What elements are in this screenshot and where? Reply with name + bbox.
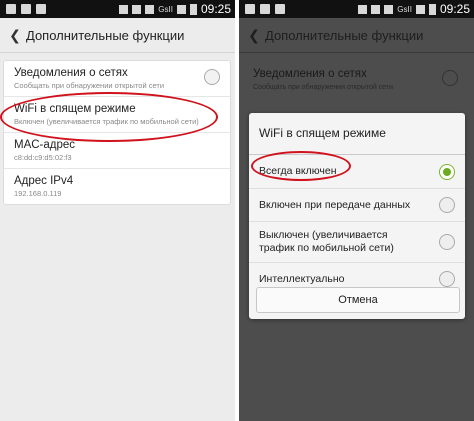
setting-label: MAC-адрес — [14, 139, 76, 151]
setting-summary: Включен (увеличивается трафик по мобильн… — [14, 117, 199, 126]
dimmed-setting-network-notifications: Уведомления о сетях Сообщать при обнаруж… — [249, 60, 464, 91]
network-notifications-checkbox[interactable] — [204, 69, 220, 85]
sim-icon — [245, 4, 255, 14]
setting-value: c8:dd:c9:d5:02:f3 — [14, 153, 72, 162]
radio-unselected[interactable] — [439, 234, 455, 250]
usb-icon — [275, 4, 285, 14]
sim-icon — [6, 4, 16, 14]
status-bar: GsII 09:25 — [0, 0, 235, 18]
back-arrow-icon[interactable]: ❮ — [4, 27, 26, 44]
signal-icon — [415, 4, 425, 14]
setting-value: 192.168.0.119 — [14, 189, 62, 198]
page-title: Дополнительные функции — [26, 27, 185, 43]
battery-icon — [428, 3, 436, 15]
setting-label: Адрес IPv4 — [14, 175, 74, 187]
wifi-sleep-dialog: WiFi в спящем режиме Всегда включен Вклю… — [249, 113, 465, 319]
app-header: ❮ Дополнительные функции — [239, 18, 474, 53]
status-time: 09:25 — [200, 2, 231, 16]
vibrate-icon — [119, 4, 129, 14]
image-icon — [260, 4, 270, 14]
setting-summary: Сообщать при обнаружении открытой сети — [253, 84, 394, 91]
setting-label: WiFi в спящем режиме — [14, 103, 136, 115]
network-notifications-checkbox — [442, 70, 458, 86]
option-label: Выключен (увеличивается трафик по мобиль… — [259, 229, 394, 254]
right-screen: GsII 09:25 ❮ Дополнительные функции Увед… — [239, 0, 474, 421]
setting-wifi-sleep[interactable]: WiFi в спящем режиме Включен (увеличивае… — [4, 97, 230, 133]
vibrate-icon — [358, 4, 368, 14]
dialog-title: WiFi в спящем режиме — [249, 113, 465, 155]
radio-unselected[interactable] — [439, 271, 455, 287]
settings-list: Уведомления о сетях Сообщать при обнаруж… — [3, 60, 231, 205]
option-on-when-data[interactable]: Включен при передаче данных — [249, 189, 465, 222]
radio-unselected[interactable] — [439, 197, 455, 213]
dimmed-settings-list: Уведомления о сетях Сообщать при обнаруж… — [249, 60, 464, 91]
wifi-icon — [145, 4, 155, 14]
battery-icon — [189, 3, 197, 15]
wifi-icon — [384, 4, 394, 14]
option-label: Включен при передаче данных — [259, 198, 411, 211]
status-time: 09:25 — [439, 2, 470, 16]
radio-selected[interactable] — [439, 163, 455, 180]
left-screen: GsII 09:25 ❮ Дополнительные функции Увед… — [0, 0, 235, 421]
signal-icon — [176, 4, 186, 14]
alarm-icon — [132, 4, 142, 14]
app-header: ❮ Дополнительные функции — [0, 18, 235, 53]
cancel-button[interactable]: Отмена — [256, 287, 460, 313]
usb-icon — [36, 4, 46, 14]
setting-summary: Сообщать при обнаружении открытой сети — [14, 81, 165, 90]
setting-ipv4-address: Адрес IPv4 192.168.0.119 — [4, 169, 230, 204]
setting-label: Уведомления о сетях — [14, 67, 128, 79]
status-bar: GsII 09:25 — [239, 0, 474, 18]
setting-network-notifications[interactable]: Уведомления о сетях Сообщать при обнаруж… — [4, 61, 230, 97]
option-label: Всегда включен — [259, 165, 337, 177]
alarm-icon — [371, 4, 381, 14]
option-always-on[interactable]: Всегда включен — [249, 155, 465, 189]
setting-label: Уведомления о сетях — [253, 68, 367, 80]
option-label: Интеллектуально — [259, 272, 345, 285]
image-icon — [21, 4, 31, 14]
back-arrow-icon[interactable]: ❮ — [243, 27, 265, 44]
signal-label: GsII — [397, 4, 412, 14]
setting-mac-address: MAC-адрес c8:dd:c9:d5:02:f3 — [4, 133, 230, 169]
page-title: Дополнительные функции — [265, 27, 424, 43]
signal-label: GsII — [158, 4, 173, 14]
option-off-more-traffic[interactable]: Выключен (увеличивается трафик по мобиль… — [249, 222, 465, 263]
